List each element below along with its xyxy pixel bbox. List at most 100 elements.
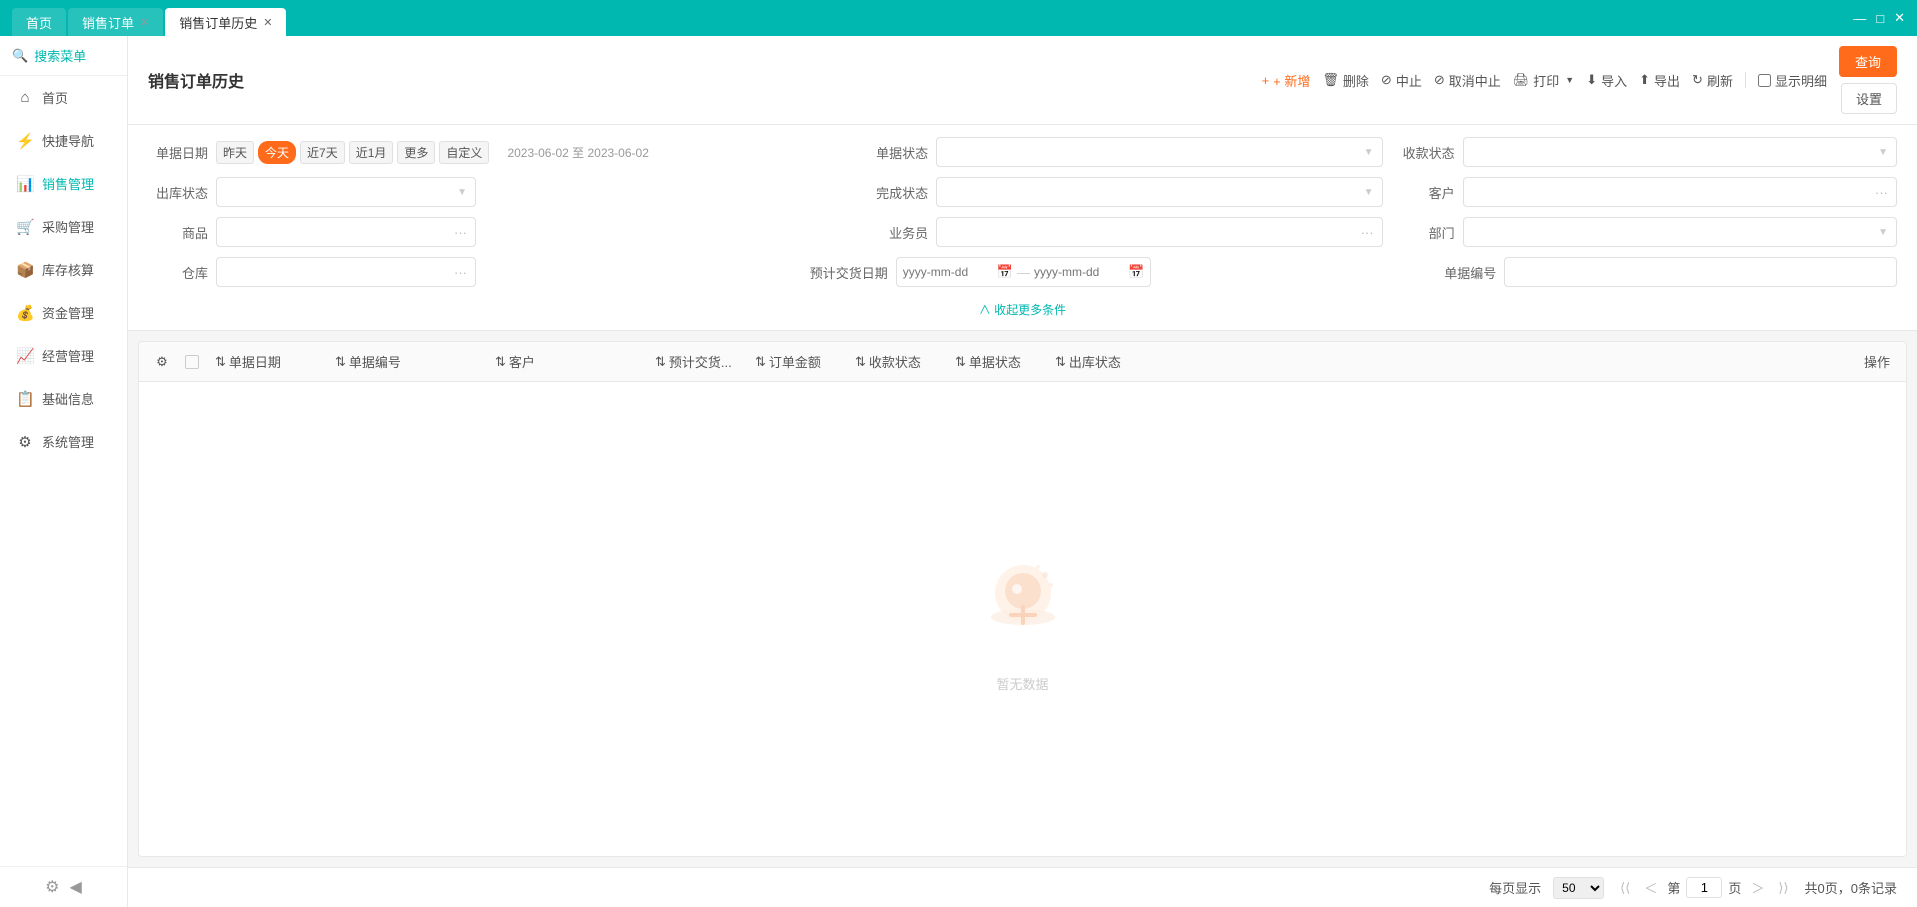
layout: 🔍 搜索菜单 ⌂ 首页 ⚡ 快捷导航 📊 销售管理 🛒 采购管理 📦 库存核算 …	[0, 36, 1917, 907]
main-content: 销售订单历史 + + 新增 🗑 删除 ⊘ 中止 ⊘ 取消中止	[128, 36, 1917, 907]
last-page-btn[interactable]: ⟩⟩	[1774, 878, 1792, 898]
print-button[interactable]: 🖨 打印 ▼	[1513, 71, 1574, 90]
query-set-group: 查询 设置	[1839, 46, 1897, 114]
sidebar-item-quick-nav[interactable]: ⚡ 快捷导航	[0, 119, 127, 162]
window-minimize-icon[interactable]: —	[1853, 11, 1866, 26]
th-pay-status[interactable]: ⇅ 收款状态	[847, 352, 947, 371]
filter-row-2: 出库状态 ▼ 完成状态 ▼ 客户	[148, 177, 1897, 207]
complete-status-select[interactable]: ▼	[936, 177, 1382, 207]
tab-sales-order-close[interactable]: ✕	[140, 16, 149, 29]
delivery-date-start-input[interactable]	[903, 265, 993, 279]
show-detail-input[interactable]	[1758, 74, 1771, 87]
date-btn-yesterday[interactable]: 昨天	[216, 141, 254, 164]
product-label: 商品	[148, 223, 208, 242]
bill-number-input[interactable]	[1504, 257, 1897, 287]
department-select[interactable]: ▼	[1463, 217, 1897, 247]
date-btn-custom[interactable]: 自定义	[439, 141, 489, 164]
salesperson-select[interactable]: ···	[936, 217, 1382, 247]
date-btn-1month[interactable]: 近1月	[349, 141, 394, 164]
sidebar-item-purchase[interactable]: 🛒 采购管理	[0, 205, 127, 248]
date-btn-7days[interactable]: 近7天	[300, 141, 345, 164]
stop-button[interactable]: ⊘ 中止	[1381, 71, 1422, 90]
delivery-date-start-calendar-icon[interactable]: 📅	[997, 264, 1013, 280]
salesperson-label: 业务员	[868, 223, 928, 242]
next-page-btn[interactable]: ＞	[1747, 876, 1768, 899]
sidebar-item-sales[interactable]: 📊 销售管理	[0, 162, 127, 205]
prev-page-btn[interactable]: ＜	[1640, 876, 1661, 899]
cancel-stop-button[interactable]: ⊘ 取消中止	[1434, 71, 1501, 90]
import-icon: ⬇	[1586, 72, 1597, 88]
th-customer[interactable]: ⇅ 客户	[487, 352, 647, 371]
th-delivery[interactable]: ⇅ 预计交货...	[647, 352, 747, 371]
page-unit: 页	[1728, 878, 1741, 897]
sidebar-item-inventory[interactable]: 📦 库存核算	[0, 248, 127, 291]
sidebar-item-system[interactable]: ⚙ 系统管理	[0, 420, 127, 463]
refresh-button[interactable]: ↻ 刷新	[1692, 71, 1733, 90]
filter-row-3: 商品 ··· 业务员 ··· 部门	[148, 217, 1897, 247]
date-btn-today[interactable]: 今天	[258, 141, 296, 164]
tab-sales-order[interactable]: 销售订单 ✕	[68, 8, 163, 36]
query-button[interactable]: 查询	[1839, 46, 1897, 77]
delivery-date-separator: —	[1017, 265, 1030, 280]
quick-nav-icon: ⚡	[16, 132, 34, 150]
product-select[interactable]: ···	[216, 217, 476, 247]
table-header: ⚙ ⇅ 单据日期 ⇅ 单据编号 ⇅ 客户 ⇅	[139, 342, 1906, 382]
th-bill-status[interactable]: ⇅ 单据状态	[947, 352, 1047, 371]
warehouse-select[interactable]: ···	[216, 257, 476, 287]
delivery-date-end-calendar-icon[interactable]: 📅	[1128, 264, 1144, 280]
tab-sales-order-history[interactable]: 销售订单历史 ✕	[165, 8, 286, 36]
filter-bill-number-item: 单据编号	[1424, 257, 1897, 287]
sidebar-settings-btn[interactable]: ⚙	[45, 877, 59, 897]
th-out-status[interactable]: ⇅ 出库状态	[1047, 352, 1147, 371]
customer-select[interactable]: ···	[1463, 177, 1897, 207]
export-button[interactable]: ⬆ 导出	[1639, 71, 1680, 90]
sidebar-item-inventory-label: 库存核算	[42, 260, 94, 279]
window-close-icon[interactable]: ✕	[1894, 10, 1905, 26]
filter-delivery-date-item: 预计交货日期 📅 — 📅	[810, 257, 1425, 287]
out-status-select[interactable]: ▼	[216, 177, 476, 207]
sidebar-item-home[interactable]: ⌂ 首页	[0, 76, 127, 119]
tab-sales-order-history-close[interactable]: ✕	[263, 16, 272, 29]
th-pay-status-label: 收款状态	[869, 352, 921, 371]
sidebar-item-basic-info[interactable]: 📋 基础信息	[0, 377, 127, 420]
sidebar-search[interactable]: 🔍 搜索菜单	[0, 36, 127, 76]
th-amount-label: 订单金额	[769, 352, 821, 371]
collapse-label: ∧ 收起更多条件	[979, 303, 1066, 317]
new-button[interactable]: + + 新增	[1262, 71, 1311, 90]
header-checkbox[interactable]	[185, 355, 199, 369]
sidebar-item-finance[interactable]: 💰 资金管理	[0, 291, 127, 334]
th-check[interactable]	[177, 355, 207, 369]
delivery-date-range[interactable]: 📅 — 📅	[896, 257, 1151, 287]
th-number[interactable]: ⇅ 单据编号	[327, 352, 487, 371]
show-detail-checkbox[interactable]: 显示明细	[1758, 71, 1827, 90]
window-maximize-icon[interactable]: □	[1876, 11, 1884, 26]
payment-status-select[interactable]: ▼	[1463, 137, 1897, 167]
th-amount[interactable]: ⇅ 订单金额	[747, 352, 847, 371]
toolbar-divider	[1745, 72, 1746, 88]
settings-icon[interactable]: ⚙	[156, 354, 168, 370]
date-btn-more[interactable]: 更多	[397, 141, 435, 164]
th-customer-label: 客户	[509, 352, 535, 371]
th-date[interactable]: ⇅ 单据日期	[207, 352, 327, 371]
th-action: 操作	[1147, 352, 1898, 371]
finance-icon: 💰	[16, 304, 34, 322]
sidebar-item-operations[interactable]: 📈 经营管理	[0, 334, 127, 377]
delivery-date-end-input[interactable]	[1034, 265, 1124, 279]
sort-icon-number: ⇅	[335, 354, 346, 370]
th-bill-status-label: 单据状态	[969, 352, 1021, 371]
warehouse-more-icon: ···	[454, 265, 467, 280]
sidebar-collapse-btn[interactable]: ◀	[70, 877, 82, 897]
page-number-input[interactable]	[1686, 877, 1722, 898]
set-button[interactable]: 设置	[1841, 83, 1897, 114]
th-settings[interactable]: ⚙	[147, 354, 177, 370]
filter-row-4: 仓库 ··· 预计交货日期 📅 — 📅	[148, 257, 1897, 287]
bill-status-label: 单据状态	[868, 143, 928, 162]
import-button[interactable]: ⬇ 导入	[1586, 71, 1627, 90]
first-page-btn[interactable]: ⟨⟨	[1616, 878, 1634, 898]
filter-collapse-btn[interactable]: ∧ 收起更多条件	[148, 297, 1897, 318]
sidebar-item-home-label: 首页	[42, 88, 68, 107]
tab-home[interactable]: 首页	[12, 8, 66, 36]
page-size-select[interactable]: 50 10 20 100	[1553, 877, 1604, 899]
delete-button[interactable]: 🗑 删除	[1322, 71, 1369, 90]
bill-status-select[interactable]: ▼	[936, 137, 1382, 167]
